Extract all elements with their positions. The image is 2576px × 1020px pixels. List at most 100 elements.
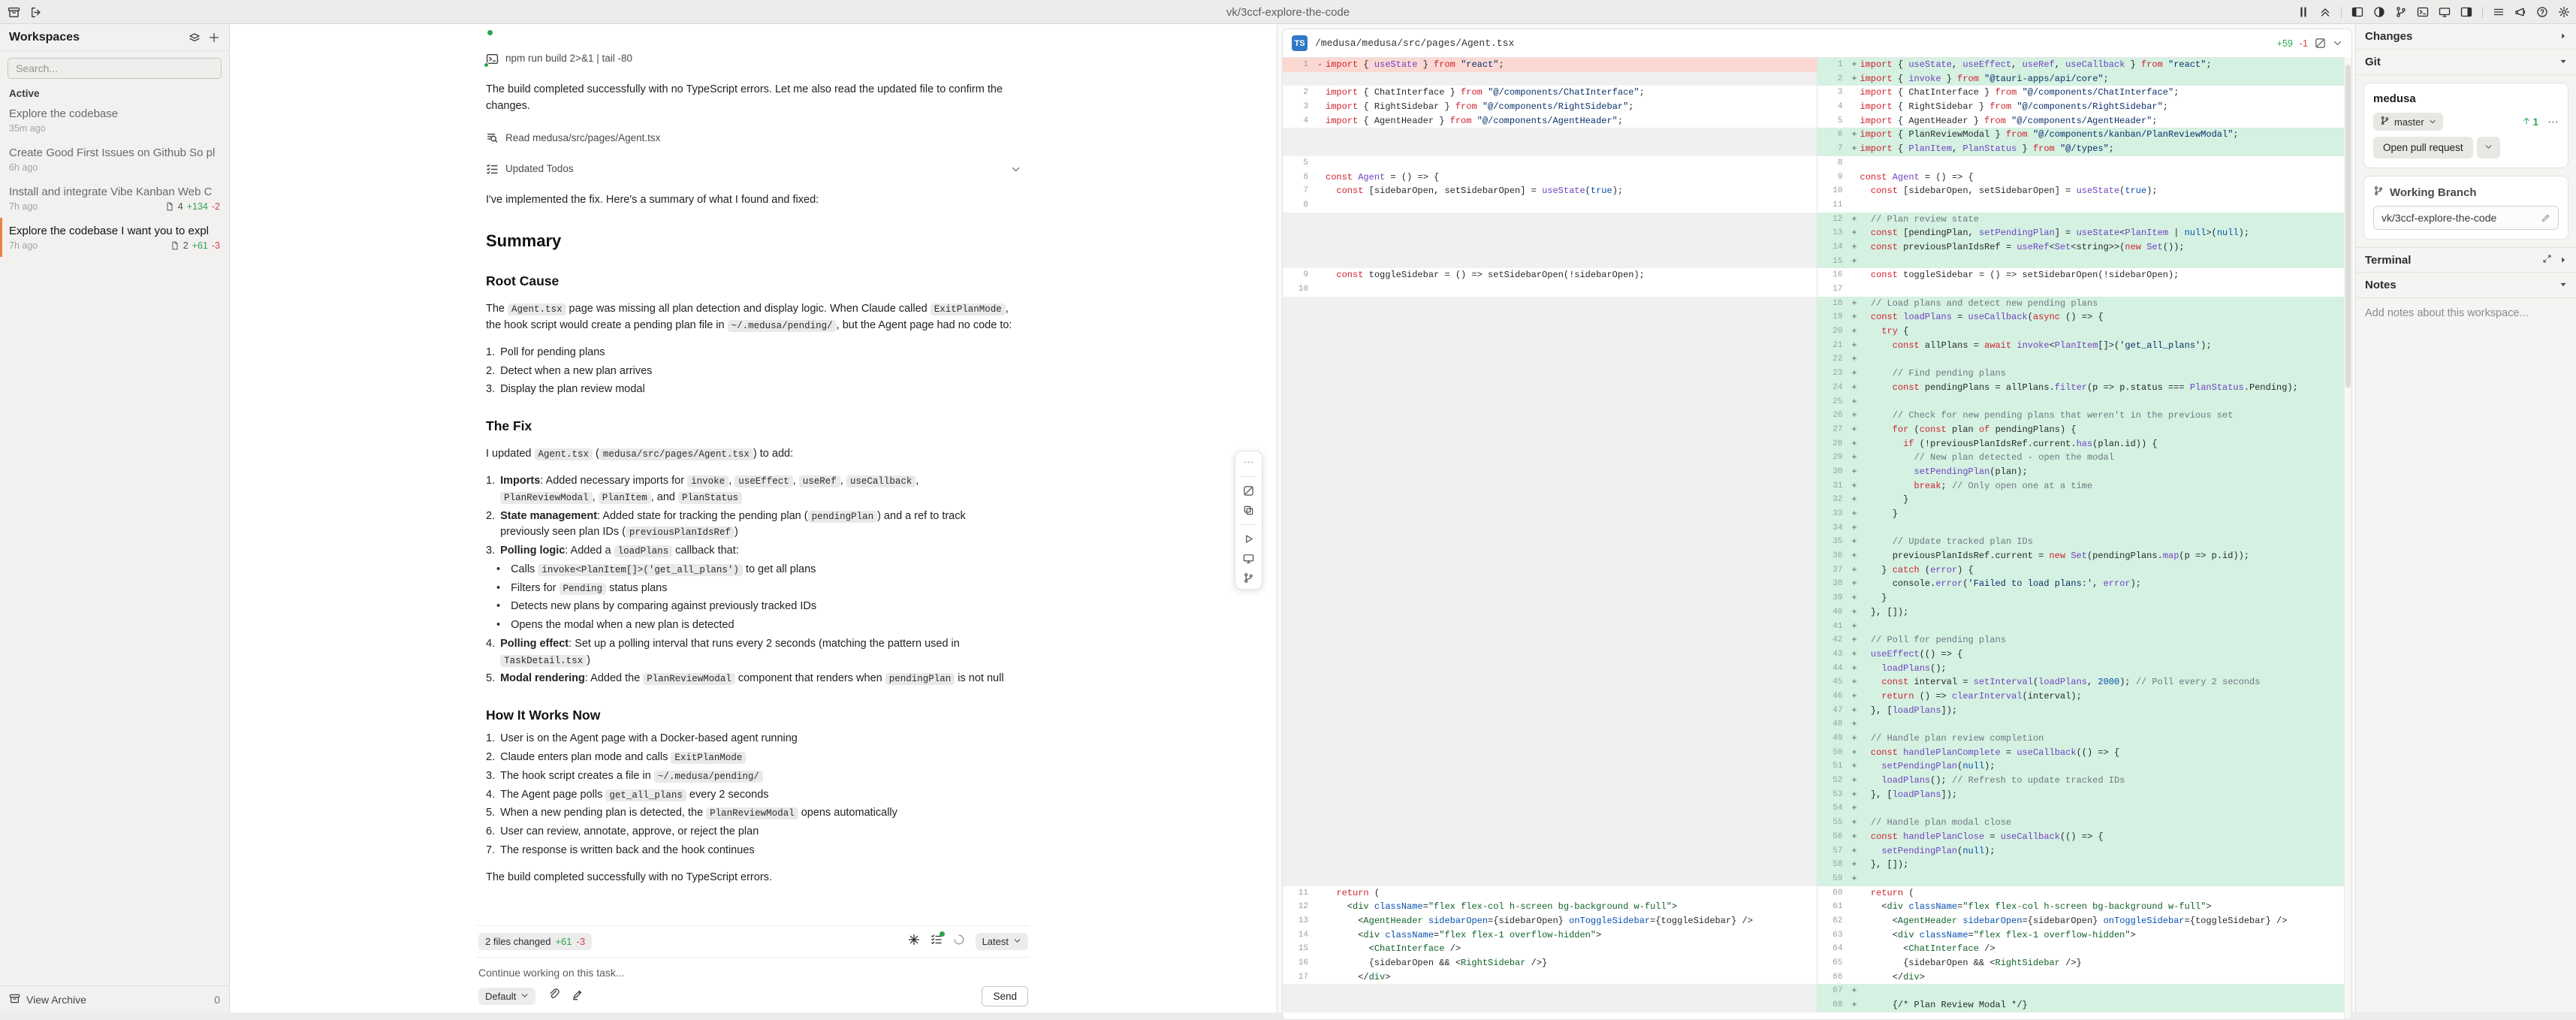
diff-line: 33+ } <box>1817 507 2352 521</box>
sign-out-icon[interactable] <box>29 6 42 19</box>
diff-line: 13 <AgentHeader sidebarOpen={sidebarOpen… <box>1283 914 1817 928</box>
expand-icon[interactable] <box>2542 254 2552 267</box>
diff-line: 65 {sidebarOpen && <RightSidebar />} <box>1817 956 2352 970</box>
list-marker: 4. <box>486 636 500 669</box>
copy-icon[interactable] <box>1243 505 1254 516</box>
diff-gap-row <box>1283 409 1817 423</box>
diff-line: 17 </div> <box>1283 970 1817 985</box>
list-marker: 6. <box>486 824 500 840</box>
paperclip-icon[interactable] <box>547 988 560 1004</box>
view-archive-button[interactable]: View Archive 0 <box>0 985 229 1012</box>
titlebar-separator <box>2482 7 2483 18</box>
diff-line: 11 <box>1817 198 2352 213</box>
diff-gap-row <box>1283 535 1817 549</box>
branch-icon[interactable] <box>2395 6 2407 18</box>
workspace-item-meta: 7h ago2+61-3 <box>9 240 220 251</box>
latest-dropdown[interactable]: Latest <box>976 933 1028 950</box>
diff-gap-row <box>1283 704 1817 718</box>
diff-gap-row <box>1283 226 1817 240</box>
contrast-icon[interactable] <box>2373 6 2385 18</box>
diff-line: 63 <div className="flex flex-1 overflow-… <box>1817 928 2352 943</box>
bold-text: Polling logic <box>500 545 565 557</box>
code-chip: previousPlanIdsRef <box>626 527 734 539</box>
help-icon[interactable] <box>2536 6 2548 18</box>
workspace-item[interactable]: Create Good First Issues on Github So pl… <box>0 140 229 179</box>
chat-scroll-area[interactable]: npm run build 2>&1 | tail -80The build c… <box>230 24 1277 916</box>
diff-line: 23+ // Find pending plans <box>1817 367 2352 381</box>
diff-line: 32+ } <box>1817 493 2352 507</box>
send-button[interactable]: Send <box>982 986 1028 1006</box>
search-input[interactable] <box>8 58 222 79</box>
list-item: 2.Claude enters plan mode and calls Exit… <box>486 750 1015 766</box>
terminal-section-header[interactable]: Terminal <box>2356 247 2576 273</box>
list-marker: 1. <box>486 345 500 361</box>
layers-icon[interactable] <box>189 32 201 44</box>
plus-icon[interactable] <box>208 32 220 44</box>
list-item-text: Claude enters plan mode and calls ExitPl… <box>500 750 746 766</box>
list-item-text: The hook script creates a file in ~/.med… <box>500 768 763 785</box>
diff-scrollbar[interactable] <box>2344 57 2351 1019</box>
files-removed: -3 <box>577 936 586 947</box>
monitor-icon[interactable] <box>1243 553 1254 564</box>
chevrons-up-icon[interactable] <box>2319 6 2331 18</box>
tool-call-todos[interactable]: Updated Todos <box>486 161 1021 177</box>
gear-icon[interactable] <box>2558 6 2570 18</box>
archive-icon[interactable] <box>8 6 20 19</box>
diff-file-path: /medusa/medusa/src/pages/Agent.tsx <box>1315 38 1514 49</box>
play-icon[interactable] <box>1243 533 1254 545</box>
diff-line: 12 <div className="flex flex-col h-scree… <box>1283 900 1817 914</box>
diff-view-toggle-icon[interactable] <box>2315 38 2326 49</box>
collapse-file-icon[interactable] <box>2333 38 2342 48</box>
pause-icon[interactable] <box>2297 6 2309 18</box>
files-added: +61 <box>555 936 572 947</box>
panel-left-icon[interactable] <box>2351 6 2363 18</box>
branch-icon[interactable] <box>1243 572 1254 584</box>
notes-placeholder[interactable]: Add notes about this workspace... <box>2356 298 2576 328</box>
pen-icon[interactable] <box>572 988 584 1004</box>
monitor-icon[interactable] <box>2439 6 2451 18</box>
branch-dropdown[interactable]: master <box>2373 113 2443 131</box>
workspace-item[interactable]: Explore the codebase35m ago <box>0 101 229 140</box>
pull-request-options-button[interactable] <box>2477 137 2500 158</box>
todos-status-icon[interactable] <box>931 934 943 949</box>
workspace-item-title: Create Good First Issues on Github So pl <box>9 146 220 159</box>
diff-line: 39+ } <box>1817 591 2352 605</box>
workspace-item[interactable]: Explore the codebase I want you to expl7… <box>0 218 229 257</box>
diff-gap-row <box>1283 521 1817 536</box>
tool-call-read[interactable]: Read medusa/src/pages/Agent.tsx <box>486 131 1021 146</box>
diff-line: 12+ // Plan review state <box>1817 213 2352 227</box>
menu-icon[interactable] <box>2493 6 2505 18</box>
panel-right-icon[interactable] <box>2460 6 2472 18</box>
diff-removed-count: -1 <box>2300 38 2308 49</box>
open-pull-request-button[interactable]: Open pull request <box>2373 137 2473 158</box>
list-item-text: Calls invoke<PlanItem[]>('get_all_plans'… <box>511 562 816 578</box>
diff-line: 37+ } catch (error) { <box>1817 563 2352 578</box>
working-branch-card: Working Branch vk/3ccf-explore-the-code <box>2363 176 2568 240</box>
workspace-item[interactable]: Install and integrate Vibe Kanban Web C7… <box>0 179 229 218</box>
list-item-text: Poll for pending plans <box>500 345 605 361</box>
diff-gap-row <box>1283 381 1817 395</box>
working-branch-input[interactable]: vk/3ccf-explore-the-code <box>2373 206 2559 230</box>
message-input[interactable] <box>477 958 1030 986</box>
code-chip: ExitPlanMode <box>671 752 746 764</box>
terminal-box-icon[interactable] <box>2417 6 2429 18</box>
notes-section-header[interactable]: Notes <box>2356 273 2576 298</box>
diff-line: 1-import { useState } from "react"; <box>1283 58 1817 72</box>
chevron-down-icon[interactable] <box>1011 164 1021 174</box>
more-menu-icon[interactable] <box>2547 116 2559 128</box>
list-item: 6.User can review, annotate, approve, or… <box>486 824 1015 840</box>
changes-section-header[interactable]: Changes <box>2356 24 2576 50</box>
diff-slash-icon[interactable] <box>1243 485 1254 496</box>
burst-icon[interactable] <box>908 934 920 949</box>
toolbar-separator <box>1241 524 1256 525</box>
files-changed-badge[interactable]: 2 files changed +61 -3 <box>478 933 592 950</box>
megaphone-icon[interactable] <box>2514 6 2526 18</box>
diff-gap-row <box>1283 858 1817 872</box>
diff-line: 1+import { useState, useEffect, useRef, … <box>1817 58 2352 72</box>
dots-h-icon[interactable] <box>1243 457 1254 468</box>
mode-dropdown[interactable]: Default <box>478 988 535 1005</box>
git-section-header[interactable]: Git <box>2356 50 2576 75</box>
active-section-label: Active <box>0 82 229 101</box>
diff-file-header[interactable]: TS /medusa/medusa/src/pages/Agent.tsx +5… <box>1283 29 2351 57</box>
tool-call-terminal-box[interactable]: npm run build 2>&1 | tail -80 <box>486 51 1021 66</box>
